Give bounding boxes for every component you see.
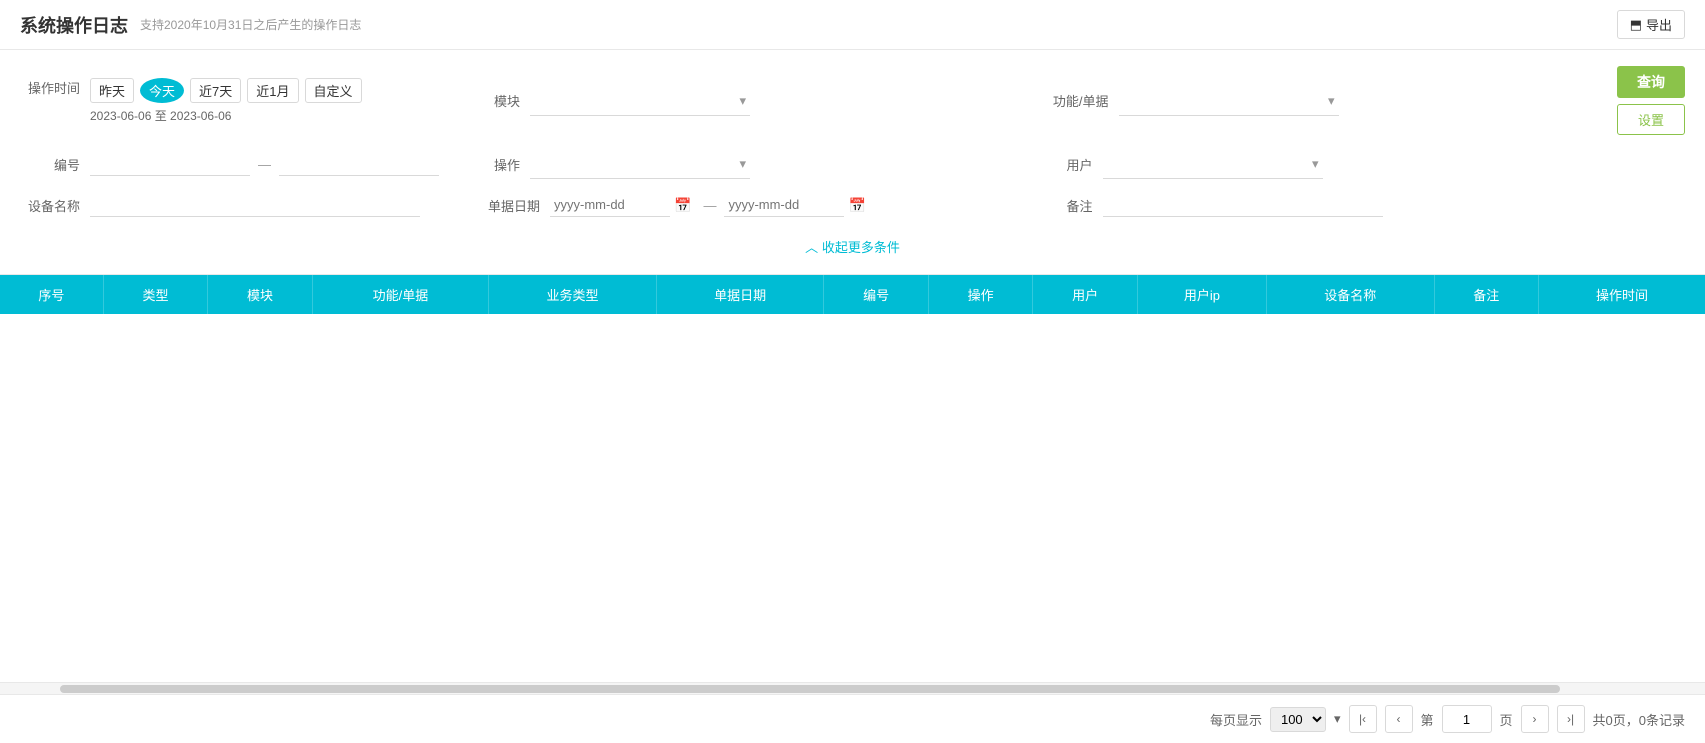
user-select-wrapper: ▾ [1103, 149, 1323, 179]
time-filter-section: 操作时间 昨天 今天 近7天 近1月 自定义 2023-06-06 至 2023… [20, 78, 480, 124]
page-header: 系统操作日志 支持2020年10月31日之后产生的操作日志 ⬒ 导出 [0, 0, 1705, 50]
next-page-icon: › [1533, 712, 1537, 726]
col-optime: 操作时间 [1539, 275, 1705, 314]
user-filter-section: 用户 ▾ [1023, 149, 1566, 179]
page-title: 系统操作日志 [20, 12, 128, 38]
time-buttons: 昨天 今天 近7天 近1月 自定义 [90, 78, 362, 103]
col-type: 类型 [103, 275, 207, 314]
time-btn-1month[interactable]: 近1月 [247, 78, 298, 103]
number-sep: — [258, 157, 271, 172]
col-device: 设备名称 [1266, 275, 1434, 314]
total-text: 共0页，0条记录 [1593, 710, 1685, 729]
first-page-icon: |‹ [1359, 712, 1366, 726]
operation-filter-section: 操作 ▾ [480, 149, 1023, 179]
time-label: 操作时间 [20, 78, 90, 97]
col-number: 编号 [824, 275, 928, 314]
first-page-button[interactable]: |‹ [1349, 705, 1377, 733]
col-remark: 备注 [1434, 275, 1538, 314]
filter-area: 操作时间 昨天 今天 近7天 近1月 自定义 2023-06-06 至 2023… [0, 50, 1705, 275]
date-input-to[interactable] [724, 193, 844, 217]
module-select-wrapper: ▾ [530, 86, 750, 116]
module-label: 模块 [480, 91, 530, 110]
number-input-from[interactable] [90, 152, 250, 176]
page-size-arrow-icon: ▾ [1334, 711, 1341, 727]
device-filter-section: 设备名称 [20, 193, 480, 217]
date-sep: — [703, 198, 716, 213]
device-input[interactable] [90, 193, 420, 217]
page-number-input[interactable]: 1 [1442, 705, 1492, 733]
time-range-text: 2023-06-06 至 2023-06-06 [90, 107, 362, 124]
table-container: 序号 类型 模块 功能/单据 业务类型 单据日期 编号 操作 用户 用户ip 设… [0, 275, 1705, 682]
number-input-to[interactable] [279, 152, 439, 176]
export-button[interactable]: ⬒ 导出 [1617, 10, 1685, 39]
collapse-up-icon: ︿ [805, 240, 818, 255]
settings-button[interactable]: 设置 [1617, 104, 1685, 135]
header-left: 系统操作日志 支持2020年10月31日之后产生的操作日志 [20, 12, 361, 38]
device-label: 设备名称 [20, 196, 90, 215]
calendar-icon-from[interactable]: 📅 [674, 197, 691, 214]
time-btn-today[interactable]: 今天 [140, 78, 184, 103]
filter-row-2: 编号 — 操作 ▾ 用户 [20, 149, 1685, 179]
next-page-button[interactable]: › [1521, 705, 1549, 733]
scroll-thumb [60, 685, 1560, 693]
scroll-area[interactable] [0, 682, 1705, 694]
action-buttons: 查询 设置 [1617, 66, 1685, 135]
empty-area [0, 314, 1705, 664]
prev-page-button[interactable]: ‹ [1385, 705, 1413, 733]
page-size-select[interactable]: 100 50 200 [1270, 707, 1326, 732]
col-user: 用户 [1033, 275, 1137, 314]
number-filter-section: 编号 — [20, 152, 480, 176]
time-btn-yesterday[interactable]: 昨天 [90, 78, 134, 103]
operation-select[interactable] [530, 149, 750, 179]
page-label: 第 [1421, 710, 1434, 729]
query-button[interactable]: 查询 [1617, 66, 1685, 98]
col-biztype: 业务类型 [489, 275, 657, 314]
export-icon: ⬒ [1630, 17, 1642, 33]
data-table: 序号 类型 模块 功能/单据 业务类型 单据日期 编号 操作 用户 用户ip 设… [0, 275, 1705, 314]
per-page-label: 每页显示 [1210, 710, 1262, 729]
collapse-label: 收起更多条件 [822, 240, 900, 255]
function-select-wrapper: ▾ [1119, 86, 1339, 116]
function-filter-section: 功能/单据 ▾ [1039, 86, 1598, 116]
table-header: 序号 类型 模块 功能/单据 业务类型 单据日期 编号 操作 用户 用户ip 设… [0, 275, 1705, 314]
operation-label: 操作 [480, 155, 530, 174]
export-label: 导出 [1646, 15, 1672, 34]
module-filter-section: 模块 ▾ [480, 86, 1039, 116]
col-seq: 序号 [0, 275, 103, 314]
voucher-date-filter-section: 单据日期 📅 — 📅 [480, 193, 1023, 217]
col-voucherdate: 单据日期 [656, 275, 824, 314]
page-unit: 页 [1500, 710, 1513, 729]
calendar-icon-to[interactable]: 📅 [848, 197, 865, 214]
operation-select-wrapper: ▾ [530, 149, 750, 179]
filter-row-1: 操作时间 昨天 今天 近7天 近1月 自定义 2023-06-06 至 2023… [20, 66, 1685, 135]
pagination: 每页显示 100 50 200 ▾ |‹ ‹ 第 1 页 › ›| 共0页，0条… [0, 694, 1705, 743]
remark-filter-section: 备注 [1023, 193, 1566, 217]
function-label: 功能/单据 [1039, 91, 1119, 110]
page-subtitle: 支持2020年10月31日之后产生的操作日志 [140, 16, 361, 33]
module-select[interactable] [530, 86, 750, 116]
last-page-icon: ›| [1567, 712, 1574, 726]
date-input-from[interactable] [550, 193, 670, 217]
page-wrapper: 系统操作日志 支持2020年10月31日之后产生的操作日志 ⬒ 导出 操作时间 … [0, 0, 1705, 743]
col-operation: 操作 [928, 275, 1032, 314]
filter-row-3: 设备名称 单据日期 📅 — 📅 备注 [20, 193, 1685, 217]
collapse-bar: ︿ 收起更多条件 [20, 231, 1685, 266]
time-filter-group: 昨天 今天 近7天 近1月 自定义 2023-06-06 至 2023-06-0… [90, 78, 362, 124]
voucher-date-label: 单据日期 [480, 196, 550, 215]
time-btn-7days[interactable]: 近7天 [190, 78, 241, 103]
col-userip: 用户ip [1137, 275, 1266, 314]
user-label: 用户 [1023, 155, 1103, 174]
collapse-button[interactable]: ︿ 收起更多条件 [805, 237, 900, 256]
col-module: 模块 [208, 275, 312, 314]
remark-label: 备注 [1023, 196, 1103, 215]
prev-page-icon: ‹ [1397, 712, 1401, 726]
number-label: 编号 [20, 155, 90, 174]
function-select[interactable] [1119, 86, 1339, 116]
user-select[interactable] [1103, 149, 1323, 179]
time-btn-custom[interactable]: 自定义 [305, 78, 362, 103]
last-page-button[interactable]: ›| [1557, 705, 1585, 733]
table-header-row: 序号 类型 模块 功能/单据 业务类型 单据日期 编号 操作 用户 用户ip 设… [0, 275, 1705, 314]
remark-input[interactable] [1103, 193, 1383, 217]
col-function: 功能/单据 [312, 275, 488, 314]
